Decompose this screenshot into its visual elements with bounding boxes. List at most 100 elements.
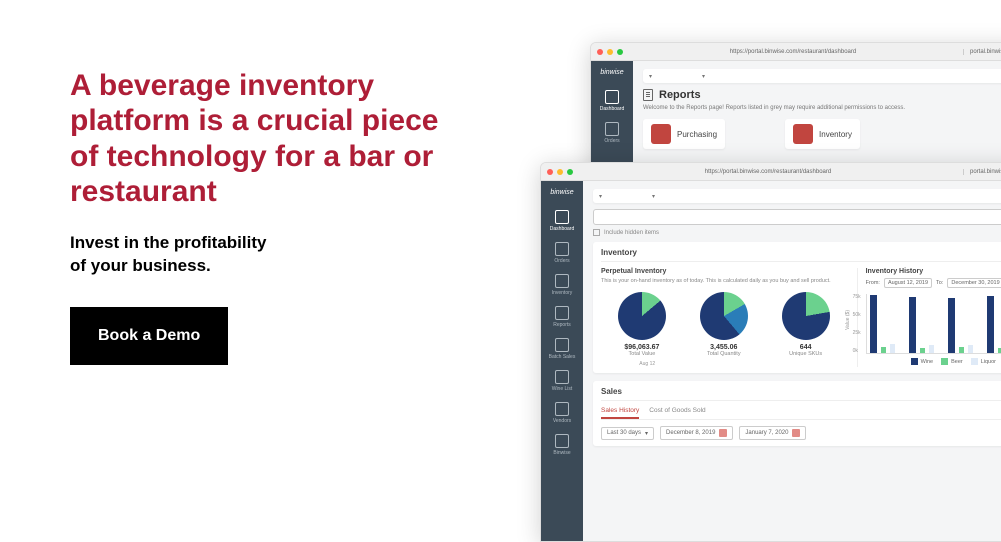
bar <box>968 345 973 353</box>
sidebar-item-orders[interactable]: Orders <box>604 122 619 144</box>
pie-chart-icon <box>618 292 666 340</box>
legend-label: Beer <box>951 359 963 365</box>
range-value: Last 30 days <box>607 430 641 436</box>
address-bar[interactable]: https://portal.binwise.com/restaurant/da… <box>627 49 959 55</box>
sidebar-item-label: Reports <box>553 322 571 328</box>
gauge-icon <box>605 90 619 104</box>
from-label: From: <box>866 280 880 286</box>
history-bar-chart: Value ($) 75k 50k 25k 0k <box>866 294 1001 354</box>
report-card-inventory[interactable]: Inventory <box>785 119 860 149</box>
box-icon <box>555 274 569 288</box>
subheadline: Invest in the profitability of your busi… <box>70 232 470 278</box>
calendar-icon <box>719 429 727 437</box>
window-dashboard: https://portal.binwise.com/restaurant/da… <box>540 162 1001 542</box>
truck-icon <box>555 402 569 416</box>
bar <box>948 298 955 353</box>
range-select[interactable]: Last 30 days ▾ <box>601 427 654 440</box>
sidebar-item-orders[interactable]: Orders <box>554 242 569 264</box>
page-title: Reports <box>643 89 1001 101</box>
card-title: Inventory <box>601 248 1001 262</box>
sidebar-item-vendors[interactable]: Vendors <box>553 402 571 424</box>
from-date-picker[interactable]: August 12, 2019 <box>884 278 932 288</box>
inventory-icon <box>793 124 813 144</box>
titlebar: https://portal.binwise.com/restaurant/da… <box>591 43 1001 61</box>
pie-total-quantity: 3,455.06 Total Quantity <box>700 292 748 357</box>
legend-label: Wine <box>921 359 934 365</box>
sidebar-item-label: Dashboard <box>550 226 574 232</box>
breadcrumb-bar[interactable]: ▾▾ <box>593 189 1001 203</box>
search-input[interactable] <box>593 209 1001 225</box>
titlebar: https://portal.binwise.com/restaurant/da… <box>541 163 1001 181</box>
to-value: January 7, 2020 <box>745 430 788 436</box>
bar <box>909 297 916 353</box>
close-icon[interactable] <box>597 49 603 55</box>
sidebar-item-reports[interactable]: Reports <box>553 306 571 328</box>
report-card-purchasing[interactable]: Purchasing <box>643 119 725 149</box>
cart-icon <box>605 122 619 136</box>
include-hidden-checkbox[interactable]: Include hidden items <box>593 229 1001 236</box>
tab-cogs[interactable]: Cost of Goods Sold <box>649 407 705 419</box>
from-date-picker[interactable]: December 8, 2019 <box>660 426 733 440</box>
pie-chart-icon <box>700 292 748 340</box>
to-date-picker[interactable]: January 7, 2020 <box>739 426 806 440</box>
sidebar-item-dashboard[interactable]: Dashboard <box>550 210 574 232</box>
sidebar-item-dashboard[interactable]: Dashboard <box>600 90 624 112</box>
tab-sales-history[interactable]: Sales History <box>601 407 639 419</box>
y-tick: 0k <box>853 348 858 354</box>
sidebar: binwise Dashboard Orders Inventory Repor… <box>541 181 583 541</box>
domain-label: portal.binwise.com <box>963 169 1001 175</box>
sidebar-item-inventory[interactable]: Inventory <box>552 274 573 296</box>
metric-value: $96,063.67 <box>624 344 659 351</box>
from-value: December 8, 2019 <box>666 430 715 436</box>
sales-card: Sales Sales History Cost of Goods Sold L… <box>593 381 1001 446</box>
metric-label: Unique SKUs <box>789 351 822 357</box>
minimize-icon[interactable] <box>607 49 613 55</box>
purchasing-icon <box>651 124 671 144</box>
to-label: To: <box>936 280 943 286</box>
maximize-icon[interactable] <box>617 49 623 55</box>
inventory-history-panel: Inventory History From: August 12, 2019 … <box>857 268 1001 367</box>
sidebar-item-label: Vendors <box>553 418 571 424</box>
x-tick: Aug 12 <box>639 361 655 367</box>
checkbox-icon <box>593 229 600 236</box>
sidebar-item-label: Binwise <box>553 450 570 456</box>
metric-label: Total Value <box>629 351 656 357</box>
minimize-icon[interactable] <box>557 169 563 175</box>
metric-label: Total Quantity <box>707 351 741 357</box>
metric-value: 3,455.06 <box>710 344 737 351</box>
metric-value: 644 <box>800 344 812 351</box>
bar <box>920 348 925 353</box>
sales-tabs: Sales History Cost of Goods Sold <box>601 407 1001 420</box>
y-tick: 50k <box>853 312 861 318</box>
sidebar-item-wine-list[interactable]: Wine List <box>552 370 573 392</box>
subhead-line1: Invest in the profitability <box>70 233 266 252</box>
brand-logo[interactable]: binwise <box>550 189 573 196</box>
report-card-label: Purchasing <box>677 130 717 139</box>
panel-title: Perpetual Inventory <box>601 268 847 275</box>
sidebar-item-batch-sales[interactable]: Batch Sales <box>549 338 576 360</box>
card-title: Sales <box>601 387 1001 401</box>
bar <box>998 348 1001 353</box>
sidebar-item-binwise[interactable]: Binwise <box>553 434 570 456</box>
legend-label: Liquor <box>981 359 996 365</box>
sidebar-item-label: Batch Sales <box>549 354 576 360</box>
cart-icon <box>555 242 569 256</box>
y-axis-label: Value ($) <box>845 310 851 330</box>
brand-logo[interactable]: binwise <box>600 69 623 76</box>
panel-desc: This is your on-hand inventory as of tod… <box>601 278 847 284</box>
pie-unique-skus: 644 Unique SKUs <box>782 292 830 357</box>
headline: A beverage inventory platform is a cruci… <box>70 68 470 210</box>
y-tick: 25k <box>853 330 861 336</box>
address-bar[interactable]: https://portal.binwise.com/restaurant/da… <box>577 169 959 175</box>
page-subtitle: Welcome to the Reports page! Reports lis… <box>643 105 1001 111</box>
breadcrumb-bar[interactable]: ▾▾ <box>643 69 1001 83</box>
bar <box>929 345 934 353</box>
book-demo-button[interactable]: Book a Demo <box>70 307 228 365</box>
subhead-line2: of your business. <box>70 256 211 275</box>
to-date-picker[interactable]: December 30, 2019 <box>947 278 1001 288</box>
maximize-icon[interactable] <box>567 169 573 175</box>
bar <box>881 347 886 353</box>
gauge-icon <box>555 210 569 224</box>
legend-swatch <box>911 358 918 365</box>
close-icon[interactable] <box>547 169 553 175</box>
